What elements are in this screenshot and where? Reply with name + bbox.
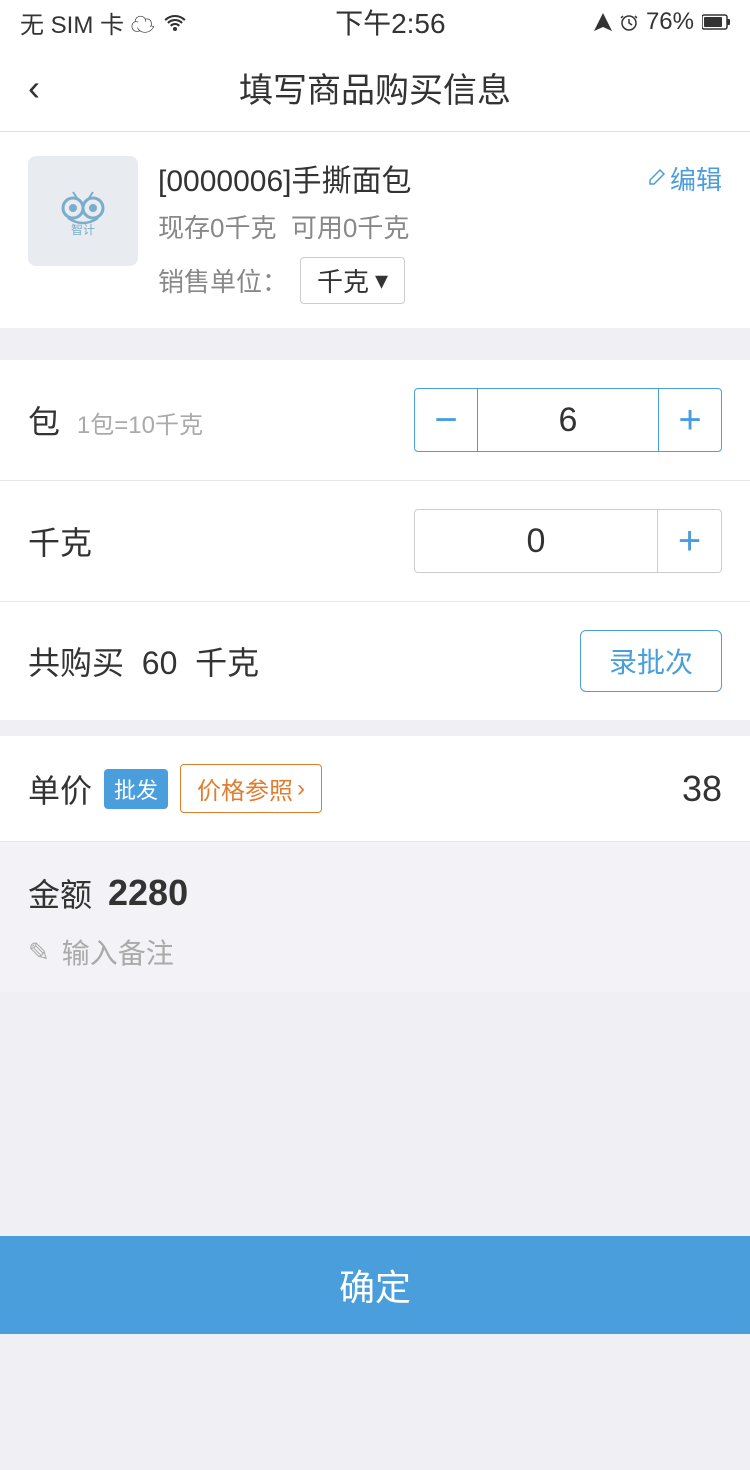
product-logo: 智计 (53, 186, 113, 236)
price-left: 单价 批发 价格参照 › (28, 764, 322, 813)
total-label: 共购买 60 千克 (28, 638, 259, 684)
note-placeholder: 输入备注 (62, 932, 174, 972)
battery-text: 76% (646, 8, 694, 36)
note-row[interactable]: ✎ 输入备注 (28, 932, 722, 972)
svg-text:智计: 智计 (71, 222, 95, 236)
bag-hint: 1包=10千克 (77, 412, 203, 439)
page-title: 填写商品购买信息 (239, 63, 511, 112)
kg-input-row: 千克 + (0, 481, 750, 602)
price-label: 单价 (28, 766, 92, 812)
bag-quantity-control: − + (414, 388, 722, 452)
bag-quantity-input[interactable] (478, 388, 658, 452)
product-unit-row: 销售单位： 千克 ▾ (158, 257, 722, 304)
edit-button[interactable]: 编辑 (646, 160, 722, 197)
bottom-placeholder (0, 1372, 750, 1470)
price-ref-button[interactable]: 价格参照 › (180, 764, 322, 813)
product-info: [0000006]手撕面包 编辑 现存0千克 可用0千克 销售单位： 千克 ▾ (158, 156, 722, 304)
bag-plus-button[interactable]: + (658, 388, 722, 452)
divider-2 (0, 720, 750, 736)
amount-section: 金额 2280 ✎ 输入备注 (0, 842, 750, 992)
confirm-button[interactable]: 确定 (0, 1236, 750, 1334)
battery-icon (702, 14, 730, 30)
record-batch-button[interactable]: 录批次 (580, 630, 722, 692)
kg-plus-button[interactable]: + (658, 509, 722, 573)
kg-label: 千克 (28, 518, 414, 564)
price-section: 单价 批发 价格参照 › 38 (0, 736, 750, 842)
product-card: 智计 [0000006]手撕面包 编辑 现存0千克 可用0千克 销售单位： 千克… (0, 132, 750, 328)
amount-label: 金额 (28, 870, 92, 916)
alarm-icon (620, 13, 638, 31)
product-thumbnail: 智计 (28, 156, 138, 266)
price-tag: 批发 (104, 769, 168, 809)
edit-icon (646, 168, 666, 188)
bag-input-row: 包 1包=10千克 − + (0, 360, 750, 481)
product-name: [0000006]手撕面包 (158, 156, 411, 200)
price-value: 38 (682, 768, 722, 810)
divider-1 (0, 344, 750, 360)
confirm-button-label: 确定 (339, 1259, 411, 1311)
location-icon (594, 13, 612, 31)
total-row: 共购买 60 千克 录批次 (0, 602, 750, 720)
product-stock: 现存0千克 可用0千克 (158, 208, 722, 245)
unit-select[interactable]: 千克 ▾ (300, 257, 405, 304)
status-left: 无 SIM 卡 ☁ (20, 5, 187, 40)
status-time: 下午2:56 (335, 2, 446, 42)
wifi-icon (163, 13, 187, 31)
bag-label: 包 1包=10千克 (28, 397, 414, 443)
nav-bar: ‹ 填写商品购买信息 (0, 44, 750, 132)
status-right: 76% (594, 8, 730, 36)
pencil-icon: ✎ (28, 937, 50, 968)
status-bar: 无 SIM 卡 ☁ 下午2:56 76% (0, 0, 750, 44)
bag-minus-button[interactable]: − (414, 388, 478, 452)
input-section: 包 1包=10千克 − + 千克 + (0, 360, 750, 602)
price-row: 单价 批发 价格参照 › 38 (28, 764, 722, 813)
amount-value: 2280 (108, 872, 188, 914)
amount-row: 金额 2280 (28, 870, 722, 916)
kg-quantity-input[interactable] (414, 509, 658, 573)
sim-status: 无 SIM 卡 ☁ (20, 5, 155, 40)
back-button[interactable]: ‹ (28, 67, 40, 109)
kg-quantity-control: + (414, 509, 722, 573)
